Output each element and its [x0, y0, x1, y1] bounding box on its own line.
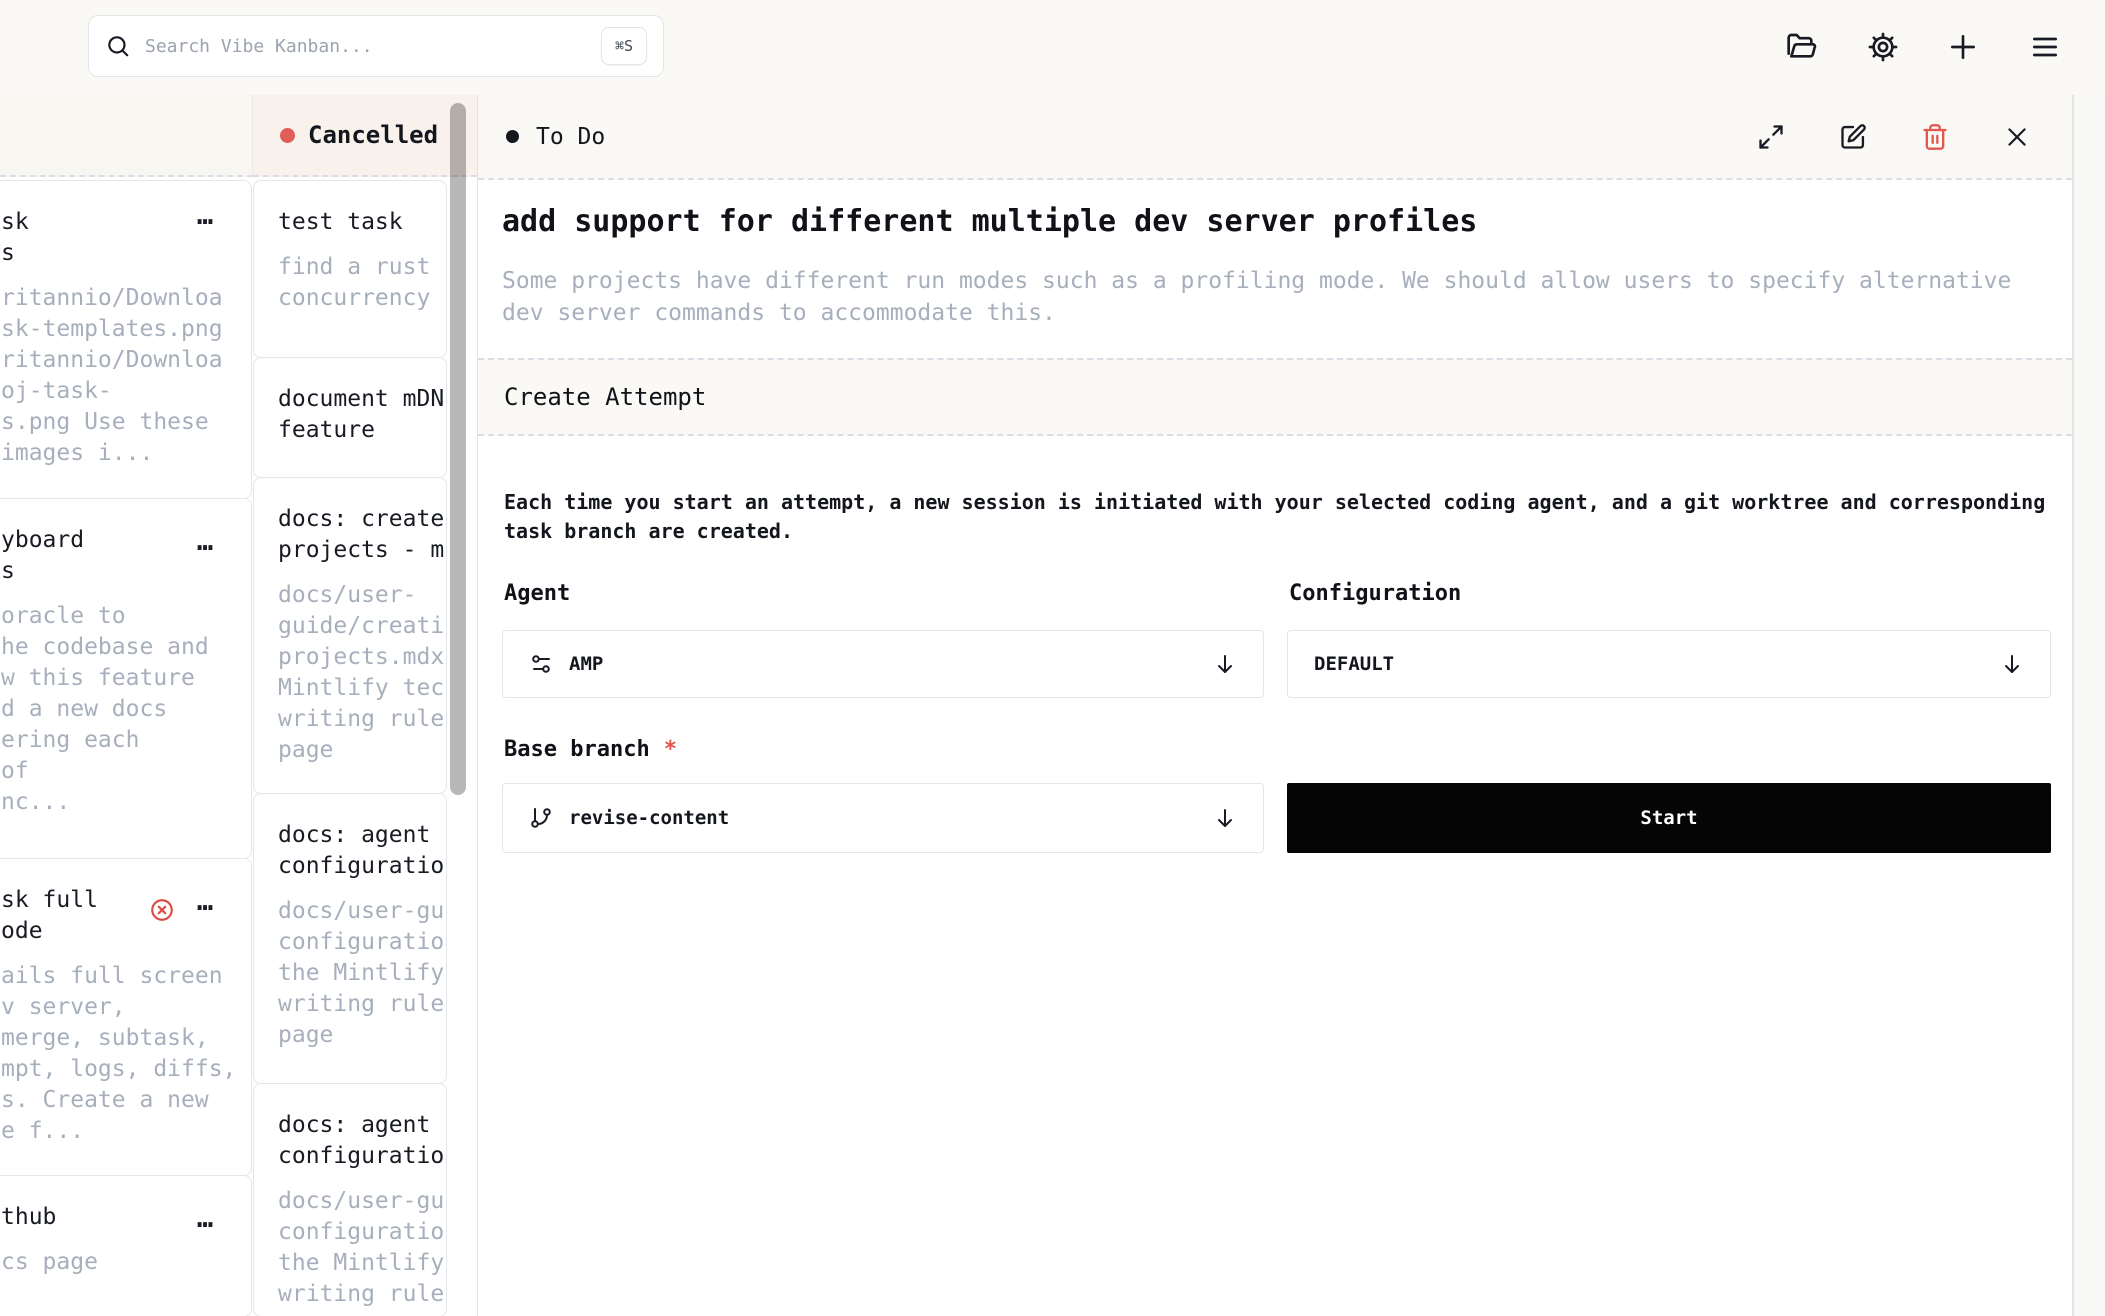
task-card-description: oracle to he codebase and w this feature…	[1, 603, 209, 815]
main-menu-button[interactable]	[2026, 28, 2064, 66]
agent-select[interactable]: AMP	[502, 630, 1264, 698]
git-branch-icon	[529, 806, 553, 830]
arrow-down-icon	[1213, 652, 1237, 676]
expand-icon	[1757, 123, 1785, 151]
expand-panel-button[interactable]	[1756, 122, 1786, 152]
task-card[interactable]: docs: agent configuration docs/user-gu co…	[253, 1083, 447, 1316]
task-card-description: find a rust fi concurrency	[278, 254, 446, 311]
top-bar: Search Vibe Kanban... ⌘S	[0, 0, 2105, 96]
task-card-description: docs/user-gu configuration the Mintlify …	[278, 1188, 447, 1307]
task-card[interactable]: docs: agent configuration docs/user-gu co…	[253, 793, 447, 1084]
card-menu-icon[interactable]: ⋯	[197, 534, 213, 561]
task-card[interactable]: sk full ode ails full screen v server, me…	[0, 858, 252, 1176]
sliders-icon	[529, 652, 553, 676]
cancelled-circle-x-icon	[149, 897, 175, 923]
task-card[interactable]: test task find a rust fi concurrency	[253, 180, 447, 358]
configuration-value: DEFAULT	[1314, 653, 1395, 675]
task-card-description: docs/user- guide/creati projects.mdx Min…	[278, 582, 445, 763]
task-card-title: sk s	[1, 209, 29, 266]
configuration-select[interactable]: DEFAULT	[1287, 630, 2051, 698]
agent-label: Agent	[504, 581, 571, 606]
task-card-title: docs: agent configuration	[278, 1112, 447, 1169]
configuration-label: Configuration	[1289, 581, 1462, 606]
task-card-description: ritannio/Downloa sk-templates.png ritann…	[1, 285, 223, 466]
task-status-label: To Do	[536, 123, 606, 150]
agent-value: AMP	[569, 653, 604, 675]
task-card-description: ails full screen v server, merge, subtas…	[1, 963, 237, 1144]
task-card-title: docs: create projects - m	[278, 506, 445, 563]
task-card-title: docs: agent configuration	[278, 822, 447, 879]
task-card-title: document mDN feature	[278, 386, 445, 443]
task-card-description: docs/user-gu configuration the Mintlify …	[278, 898, 447, 1048]
required-asterisk: *	[663, 737, 677, 762]
task-title: add support for different multiple dev s…	[502, 204, 1478, 239]
create-attempt-section-header: Create Attempt	[478, 358, 2072, 436]
column-header-cancelled: Cancelled	[253, 95, 477, 177]
plus-icon	[1947, 31, 1979, 63]
task-card[interactable]: docs: create projects - m docs/user- guid…	[253, 477, 447, 794]
hamburger-menu-icon	[2029, 31, 2061, 63]
open-folder-button[interactable]	[1783, 28, 1821, 66]
task-card-title: test task	[278, 209, 403, 235]
column-header-left	[0, 95, 253, 177]
board-vertical-scrollbar[interactable]	[450, 103, 466, 795]
section-title: Create Attempt	[504, 383, 707, 411]
panel-header: To Do	[478, 95, 2072, 180]
search-icon	[105, 33, 131, 59]
close-icon	[2004, 124, 2030, 150]
column-title: Cancelled	[308, 121, 439, 149]
card-menu-icon[interactable]: ⋯	[197, 208, 213, 235]
edit-pencil-icon	[1839, 123, 1867, 151]
close-panel-button[interactable]	[2002, 122, 2032, 152]
task-detail-panel: To Do add support for different multiple…	[477, 95, 2073, 1316]
base-branch-value: revise-content	[569, 807, 730, 829]
todo-status-dot	[506, 130, 519, 143]
task-card-title: sk full ode	[1, 887, 98, 944]
task-card-description: cs page	[1, 1249, 98, 1275]
arrow-down-icon	[2000, 652, 2024, 676]
arrow-down-icon	[1213, 806, 1237, 830]
base-branch-label: Base branch *	[504, 737, 677, 762]
edit-task-button[interactable]	[1838, 122, 1868, 152]
task-card[interactable]: yboard s oracle to he codebase and w this…	[0, 498, 252, 859]
card-menu-icon[interactable]: ⋯	[197, 894, 213, 921]
search-placeholder: Search Vibe Kanban...	[145, 35, 373, 57]
base-branch-select[interactable]: revise-content	[502, 783, 1264, 853]
trash-icon	[1921, 123, 1949, 151]
task-description: Some projects have different run modes s…	[502, 268, 2012, 326]
task-card[interactable]: thub cs page ⋯	[0, 1175, 252, 1316]
board-right-edge	[2073, 95, 2105, 1316]
task-card[interactable]: document mDN feature	[253, 357, 447, 478]
settings-button[interactable]	[1864, 28, 1902, 66]
delete-task-button[interactable]	[1920, 122, 1950, 152]
attempt-info-text: Each time you start an attempt, a new se…	[504, 490, 2046, 543]
search-input[interactable]: Search Vibe Kanban... ⌘S	[88, 15, 664, 77]
task-card-title: thub	[1, 1204, 57, 1230]
start-attempt-button[interactable]: Start	[1287, 783, 2051, 853]
task-card[interactable]: sk s ritannio/Downloa sk-templates.png ri…	[0, 180, 252, 499]
task-card-title: yboard s	[1, 527, 85, 584]
card-menu-icon[interactable]: ⋯	[197, 1211, 213, 1238]
folder-open-icon	[1786, 31, 1818, 63]
cancelled-status-dot	[280, 127, 295, 143]
gear-icon	[1867, 31, 1899, 63]
kanban-board: Cancelled sk s ritannio/Downloa sk-templa…	[0, 95, 477, 1316]
create-task-button[interactable]	[1944, 28, 1982, 66]
search-shortcut-badge: ⌘S	[601, 27, 647, 65]
